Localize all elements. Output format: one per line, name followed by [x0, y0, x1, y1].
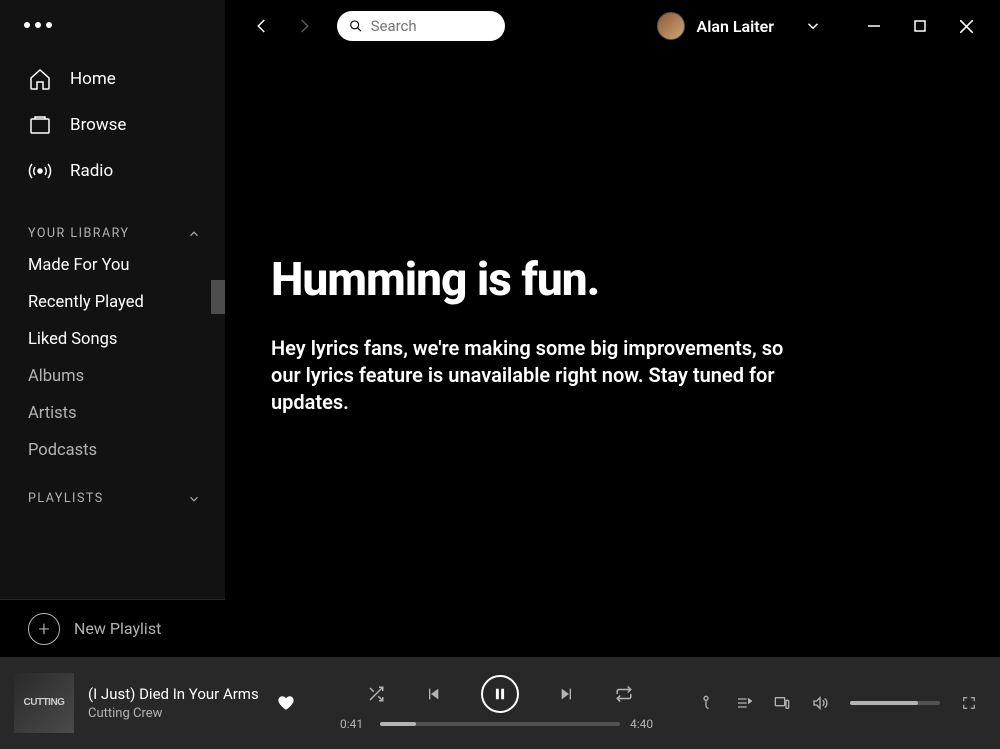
library-item-liked-songs[interactable]: Liked Songs [0, 321, 225, 358]
chevron-up-icon[interactable] [187, 227, 201, 241]
volume-slider[interactable] [850, 701, 940, 705]
browse-icon [28, 113, 52, 137]
nav-browse-label: Browse [70, 115, 126, 135]
library-item-made-for-you[interactable]: Made For You [0, 247, 225, 284]
nav-browse[interactable]: Browse [0, 102, 225, 148]
new-playlist-label: New Playlist [74, 619, 161, 638]
time-elapsed: 0:41 [340, 717, 370, 731]
main-content: Alan Laiter Humming is fun. Hey lyrics f… [225, 0, 1000, 657]
chevron-down-icon[interactable] [187, 492, 201, 506]
plus-icon: + [28, 613, 60, 645]
nav-radio-label: Radio [70, 161, 113, 181]
like-button[interactable] [277, 694, 295, 712]
library-item-recently-played[interactable]: Recently Played [0, 284, 225, 321]
repeat-button[interactable] [615, 685, 633, 703]
track-artist[interactable]: Cutting Crew [88, 706, 259, 721]
playlists-header: PLAYLISTS [0, 469, 225, 512]
library-item-podcasts[interactable]: Podcasts [0, 432, 225, 469]
fullscreen-button[interactable] [962, 696, 976, 710]
devices-button[interactable] [774, 695, 790, 711]
player-bar: CUTTING (I Just) Died In Your Arms Cutti… [0, 657, 1000, 749]
volume-button[interactable] [812, 695, 828, 711]
next-button[interactable] [559, 686, 575, 702]
nav-home-label: Home [70, 69, 116, 89]
lyrics-button[interactable] [698, 695, 714, 711]
library-item-artists[interactable]: Artists [0, 395, 225, 432]
sidebar-scrollbar[interactable] [211, 280, 225, 314]
shuffle-button[interactable] [367, 685, 385, 703]
track-title[interactable]: (I Just) Died In Your Arms [88, 685, 259, 703]
content-heading: Humming is fun. [271, 253, 954, 307]
home-icon [28, 67, 52, 91]
radio-icon [28, 159, 52, 183]
nav-radio[interactable]: Radio [0, 148, 225, 194]
time-duration: 4:40 [630, 717, 660, 731]
new-playlist-button[interactable]: + New Playlist [0, 599, 225, 657]
queue-button[interactable] [736, 695, 752, 711]
library-header: YOUR LIBRARY [0, 204, 225, 247]
progress-bar[interactable] [380, 722, 620, 726]
content-body: Hey lyrics fans, we're making some big i… [271, 335, 811, 416]
album-art[interactable]: CUTTING [14, 673, 74, 733]
library-item-albums[interactable]: Albums [0, 358, 225, 395]
pause-button[interactable] [481, 675, 519, 713]
nav-home[interactable]: Home [0, 56, 225, 102]
menu-dots[interactable] [0, 0, 225, 38]
previous-button[interactable] [425, 686, 441, 702]
sidebar: Home Browse Radio YOUR LIBRARY Made For … [0, 0, 225, 657]
